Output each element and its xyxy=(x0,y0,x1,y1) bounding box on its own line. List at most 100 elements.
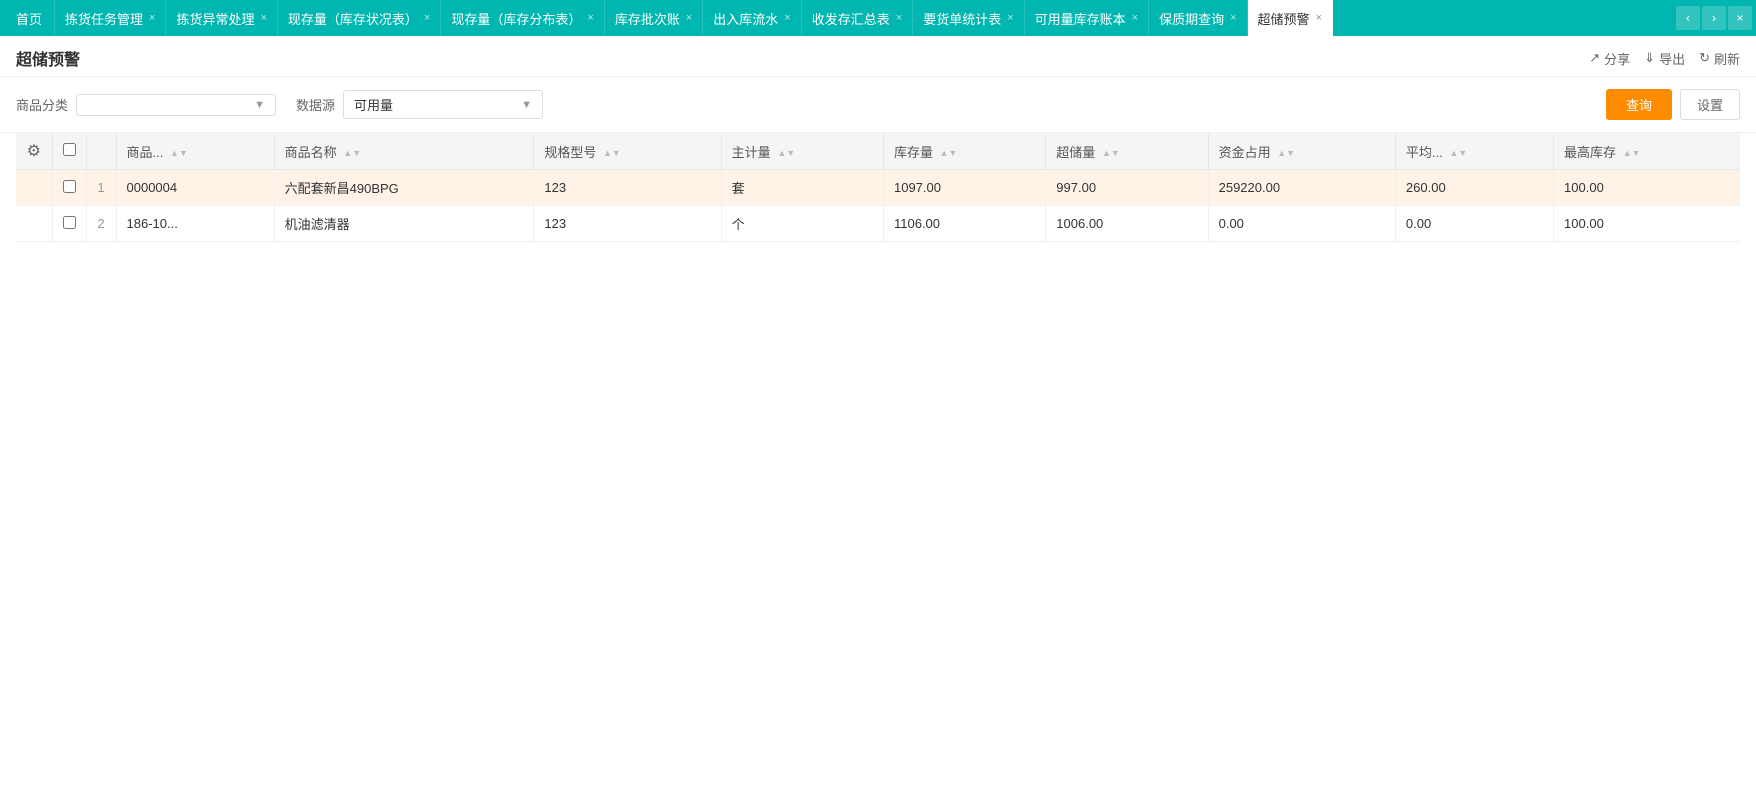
table-header-row: ⚙ 商品... ▲▼ 商品名称 ▲▼ 规格型号 ▲▼ xyxy=(16,133,1740,170)
nav-home[interactable]: 首页 xyxy=(4,0,55,36)
settings-button[interactable]: 设置 xyxy=(1680,89,1740,120)
row-max-stock: 100.00 xyxy=(1554,170,1740,206)
nav-close-9[interactable]: × xyxy=(1132,12,1138,24)
col-header-spec[interactable]: 规格型号 ▲▼ xyxy=(534,133,721,170)
row-product-name: 机油滤清器 xyxy=(274,206,534,242)
nav-close-5[interactable]: × xyxy=(686,12,692,24)
col-header-product-code[interactable]: 商品... ▲▼ xyxy=(116,133,274,170)
nav-close-8[interactable]: × xyxy=(1007,12,1013,24)
refresh-button[interactable]: ↻ 刷新 xyxy=(1699,49,1740,68)
sort-icon-unit: ▲▼ xyxy=(777,149,795,158)
sort-icon-product-name: ▲▼ xyxy=(343,149,361,158)
chevron-down-icon-2: ▼ xyxy=(521,99,532,111)
sort-icon-overstock: ▲▼ xyxy=(1102,149,1120,158)
nav-close-10[interactable]: × xyxy=(1230,12,1236,24)
page-title: 超储预警 xyxy=(16,46,80,70)
table-row: 2 186-10... 机油滤清器 123 个 1106.00 1006.00 … xyxy=(16,206,1740,242)
nav-tab-9[interactable]: 可用量库存账本 × xyxy=(1025,0,1149,36)
refresh-icon: ↻ xyxy=(1699,50,1710,66)
nav-tab-6[interactable]: 出入库流水 × xyxy=(703,0,801,36)
filter-buttons: 查询 设置 xyxy=(1606,89,1740,120)
filter-datasource-value: 可用量 xyxy=(354,95,393,114)
col-header-avg[interactable]: 平均... ▲▼ xyxy=(1395,133,1553,170)
top-nav: 首页 拣货任务管理 × 拣货异常处理 × 现存量（库存状况表） × 现存量（库存… xyxy=(0,0,1756,36)
row-unit: 个 xyxy=(721,206,883,242)
row-capital: 259220.00 xyxy=(1208,170,1395,206)
nav-tab-10[interactable]: 保质期查询 × xyxy=(1149,0,1247,36)
filter-datasource-select[interactable]: 可用量 ▼ xyxy=(343,90,543,119)
sort-icon-stock: ▲▼ xyxy=(940,149,958,158)
col-header-stock[interactable]: 库存量 ▲▼ xyxy=(883,133,1045,170)
row-unit: 套 xyxy=(721,170,883,206)
sort-icon-capital: ▲▼ xyxy=(1277,149,1295,158)
col-header-product-name[interactable]: 商品名称 ▲▼ xyxy=(274,133,534,170)
row-checkbox-0[interactable] xyxy=(63,180,76,193)
row-stock: 1106.00 xyxy=(883,206,1045,242)
table-row: 1 0000004 六配套新昌490BPG 123 套 1097.00 997.… xyxy=(16,170,1740,206)
table-gear-icon[interactable]: ⚙ xyxy=(27,143,41,160)
nav-tab-3[interactable]: 现存量（库存状况表） × xyxy=(278,0,441,36)
row-spec: 123 xyxy=(534,206,721,242)
export-icon: ⇓ xyxy=(1644,50,1655,66)
query-button[interactable]: 查询 xyxy=(1606,89,1672,120)
table-wrapper: ⚙ 商品... ▲▼ 商品名称 ▲▼ 规格型号 ▲▼ xyxy=(0,133,1756,242)
row-spec: 123 xyxy=(534,170,721,206)
col-header-num xyxy=(86,133,116,170)
nav-tab-1[interactable]: 拣货任务管理 × xyxy=(55,0,166,36)
col-header-overstock[interactable]: 超储量 ▲▼ xyxy=(1046,133,1208,170)
row-max-stock: 100.00 xyxy=(1554,206,1740,242)
filter-group-category: 商品分类 ▼ xyxy=(16,94,276,116)
row-avg: 0.00 xyxy=(1395,206,1553,242)
nav-tab-8[interactable]: 要货单统计表 × xyxy=(913,0,1024,36)
share-button[interactable]: ↗ 分享 xyxy=(1589,49,1630,68)
row-overstock: 1006.00 xyxy=(1046,206,1208,242)
nav-tab-11[interactable]: 超储预警 × xyxy=(1248,0,1333,36)
col-header-max-stock[interactable]: 最高库存 ▲▼ xyxy=(1554,133,1740,170)
col-header-unit[interactable]: 主计量 ▲▼ xyxy=(721,133,883,170)
row-stock: 1097.00 xyxy=(883,170,1045,206)
page-header: 超储预警 ↗ 分享 ⇓ 导出 ↻ 刷新 xyxy=(0,36,1756,77)
nav-close-4[interactable]: × xyxy=(587,12,593,24)
chevron-down-icon: ▼ xyxy=(254,99,265,111)
row-product-code: 186-10... xyxy=(116,206,274,242)
col-header-settings: ⚙ xyxy=(16,133,52,170)
filter-group-datasource: 数据源 可用量 ▼ xyxy=(296,90,543,119)
sort-icon-product-code: ▲▼ xyxy=(170,149,188,158)
share-icon: ↗ xyxy=(1589,50,1600,66)
row-num: 2 xyxy=(86,206,116,242)
header-actions: ↗ 分享 ⇓ 导出 ↻ 刷新 xyxy=(1589,49,1740,68)
nav-close-6[interactable]: × xyxy=(784,12,790,24)
nav-prev-button[interactable]: ‹ xyxy=(1676,6,1700,30)
col-header-checkbox xyxy=(52,133,86,170)
sort-icon-max-stock: ▲▼ xyxy=(1623,149,1641,158)
nav-more-button[interactable]: × xyxy=(1728,6,1752,30)
data-table: ⚙ 商品... ▲▼ 商品名称 ▲▼ 规格型号 ▲▼ xyxy=(16,133,1740,242)
sort-icon-avg: ▲▼ xyxy=(1449,149,1467,158)
nav-close-3[interactable]: × xyxy=(424,12,430,24)
nav-close-7[interactable]: × xyxy=(896,12,902,24)
row-overstock: 997.00 xyxy=(1046,170,1208,206)
nav-tab-7[interactable]: 收发存汇总表 × xyxy=(802,0,913,36)
nav-close-11[interactable]: × xyxy=(1316,12,1322,24)
row-settings xyxy=(16,206,52,242)
export-button[interactable]: ⇓ 导出 xyxy=(1644,49,1685,68)
nav-arrows: ‹ › × xyxy=(1676,6,1752,30)
nav-close-2[interactable]: × xyxy=(260,12,266,24)
row-avg: 260.00 xyxy=(1395,170,1553,206)
nav-tab-2[interactable]: 拣货异常处理 × xyxy=(166,0,277,36)
nav-tab-4[interactable]: 现存量（库存分布表） × xyxy=(441,0,604,36)
nav-close-1[interactable]: × xyxy=(149,12,155,24)
row-num: 1 xyxy=(86,170,116,206)
select-all-checkbox[interactable] xyxy=(63,143,76,156)
nav-next-button[interactable]: › xyxy=(1702,6,1726,30)
row-checkbox-cell xyxy=(52,170,86,206)
filter-category-label: 商品分类 xyxy=(16,95,68,114)
row-product-code: 0000004 xyxy=(116,170,274,206)
sort-icon-spec: ▲▼ xyxy=(603,149,621,158)
row-checkbox-cell xyxy=(52,206,86,242)
row-capital: 0.00 xyxy=(1208,206,1395,242)
col-header-capital[interactable]: 资金占用 ▲▼ xyxy=(1208,133,1395,170)
row-checkbox-1[interactable] xyxy=(63,216,76,229)
nav-tab-5[interactable]: 库存批次账 × xyxy=(605,0,703,36)
filter-category-select[interactable]: ▼ xyxy=(76,94,276,116)
